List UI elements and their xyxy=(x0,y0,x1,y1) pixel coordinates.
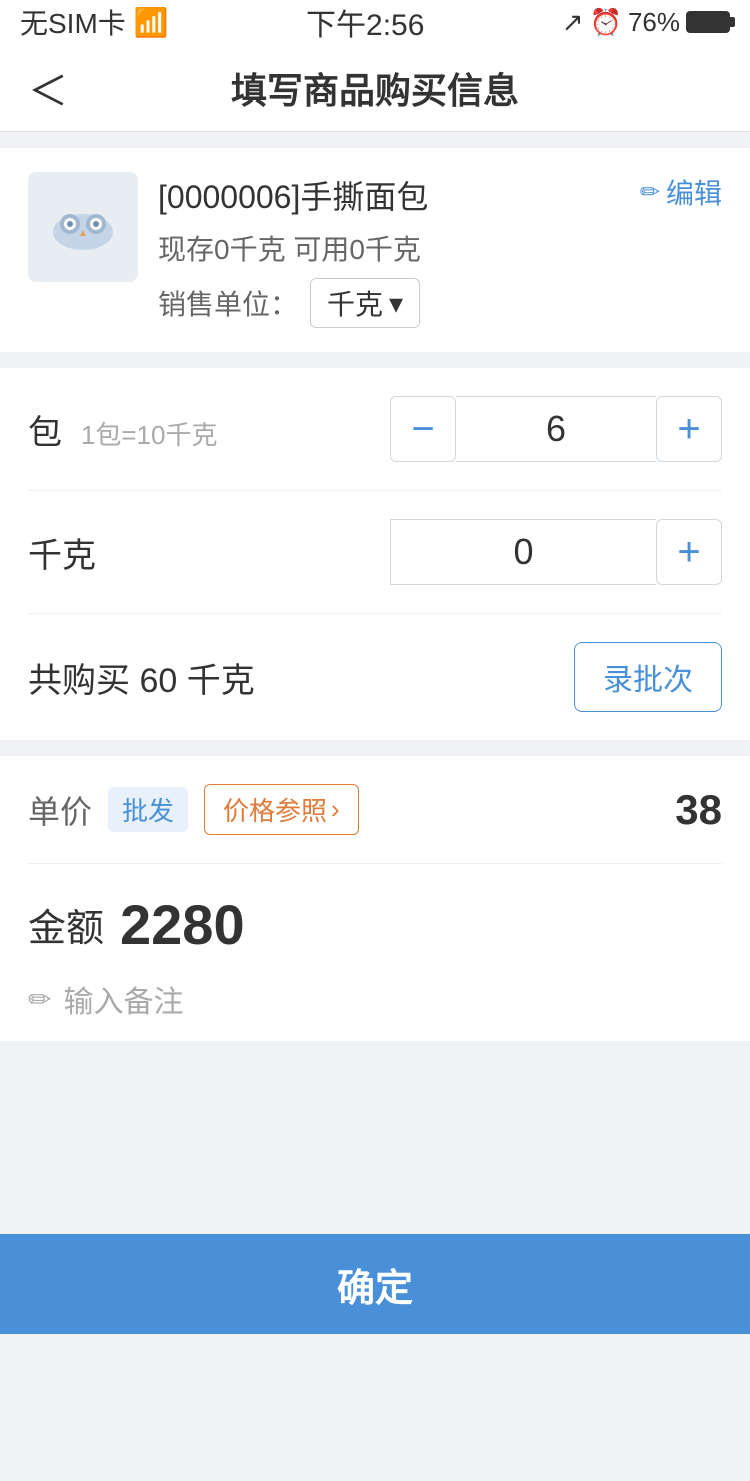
total-row: 共购买 60 千克 录批次 xyxy=(28,614,722,740)
price-ref-arrow: › xyxy=(331,794,340,825)
edit-icon: ✏ xyxy=(640,178,660,207)
total-value: 60 xyxy=(139,662,186,700)
product-unit: 销售单位： 千克 ▾ xyxy=(158,278,722,328)
status-right: ↗ ⏰ 76% xyxy=(562,7,730,38)
amount-row: 金额 2280 xyxy=(28,892,722,957)
remark-label: 输入备注 xyxy=(63,977,183,1021)
status-time: 下午2:56 xyxy=(306,0,424,44)
product-name: [0000006]手撕面包 xyxy=(158,172,722,218)
unit-label: 销售单位： xyxy=(158,283,298,323)
kg-quantity-input[interactable] xyxy=(390,519,656,585)
pencil-icon: ✏ xyxy=(28,983,51,1016)
bag-label: 包 1包=10千克 xyxy=(28,405,390,454)
unit-select[interactable]: 千克 ▾ xyxy=(310,278,420,328)
price-tag: 批发 xyxy=(108,787,188,832)
confirm-button[interactable]: 确定 xyxy=(0,1234,750,1334)
battery-percent: 76% xyxy=(628,7,680,38)
edit-button[interactable]: ✏ 编辑 xyxy=(640,172,722,212)
kg-label-main: 千克 xyxy=(28,537,96,575)
location-icon: ↗ xyxy=(562,7,584,38)
edit-label: 编辑 xyxy=(666,172,722,212)
bag-plus-button[interactable]: + xyxy=(656,396,722,462)
back-button[interactable]: ＜ xyxy=(28,59,68,117)
amount-section: 金额 2280 ✏ 输入备注 xyxy=(0,864,750,1041)
wifi-icon: 📶 xyxy=(134,6,169,39)
bag-label-main: 包 xyxy=(28,414,62,452)
price-value: 38 xyxy=(375,786,722,834)
kg-quantity-row: 千克 + xyxy=(28,491,722,614)
price-ref-label: 价格参照 xyxy=(223,791,327,828)
bag-quantity-control: − + xyxy=(390,396,722,462)
battery-icon xyxy=(686,11,730,33)
price-label: 单价 xyxy=(28,787,92,833)
batch-button[interactable]: 录批次 xyxy=(574,642,722,712)
price-reference-button[interactable]: 价格参照 › xyxy=(204,784,359,835)
product-image xyxy=(28,172,138,282)
kg-label: 千克 xyxy=(28,528,390,577)
unit-dropdown-icon: ▾ xyxy=(389,287,403,320)
page-title: 填写商品购买信息 xyxy=(231,62,519,114)
status-left: 无SIM卡 📶 xyxy=(20,2,169,42)
product-info: [0000006]手撕面包 现存0千克 可用0千克 销售单位： 千克 ▾ xyxy=(158,172,722,328)
bag-label-sub: 1包=10千克 xyxy=(81,420,218,450)
unit-value: 千克 xyxy=(327,283,383,323)
total-label: 共购买 xyxy=(28,662,130,700)
price-row: 单价 批发 价格参照 › 38 xyxy=(28,784,722,864)
amount-value: 2280 xyxy=(120,892,245,957)
total-unit: 千克 xyxy=(187,662,255,700)
remark-row[interactable]: ✏ 输入备注 xyxy=(28,977,722,1021)
product-stock: 现存0千克 可用0千克 xyxy=(158,228,722,268)
product-card: [0000006]手撕面包 现存0千克 可用0千克 销售单位： 千克 ▾ ✏ 编… xyxy=(0,148,750,352)
amount-label: 金额 xyxy=(28,897,104,952)
kg-plus-button[interactable]: + xyxy=(656,519,722,585)
alarm-icon: ⏰ xyxy=(590,7,622,38)
bag-quantity-input[interactable] xyxy=(456,396,656,462)
quantity-section: 包 1包=10千克 − + 千克 + 共购买 60 千克 xyxy=(0,368,750,740)
bag-minus-button[interactable]: − xyxy=(390,396,456,462)
carrier-label: 无SIM卡 xyxy=(20,2,126,42)
price-section: 单价 批发 价格参照 › 38 xyxy=(0,756,750,864)
bag-quantity-row: 包 1包=10千克 − + xyxy=(28,368,722,491)
status-bar: 无SIM卡 📶 下午2:56 ↗ ⏰ 76% xyxy=(0,0,750,44)
kg-quantity-control: + xyxy=(390,519,722,585)
total-text: 共购买 60 千克 xyxy=(28,653,574,702)
nav-bar: ＜ 填写商品购买信息 xyxy=(0,44,750,132)
